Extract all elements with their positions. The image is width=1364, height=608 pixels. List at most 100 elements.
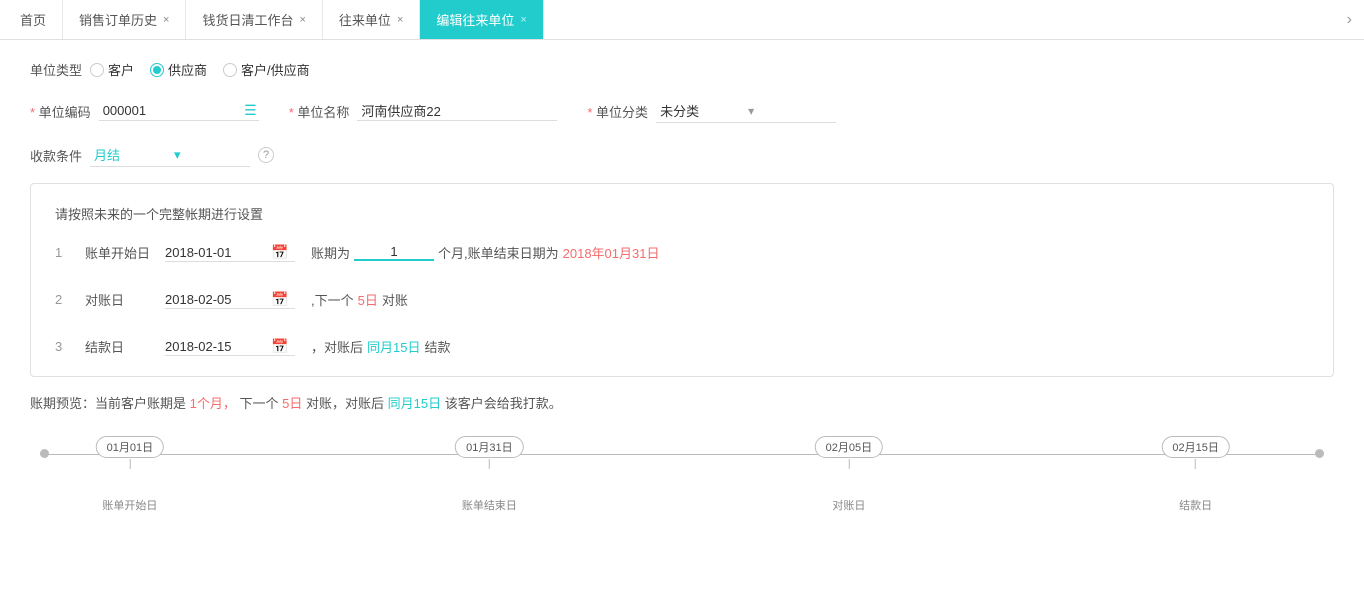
settings-row-2: 2 对账日 📅 ,下一个 5日 对账 [55, 290, 1309, 309]
settings-row-3: 3 结款日 📅 ，对账后 同月15日 结款 [55, 337, 1309, 356]
row3-prefix: ，对账后 [311, 337, 363, 356]
row2-date-input[interactable] [165, 292, 265, 307]
row2-date-field: 📅 [165, 291, 295, 309]
timeline-node-2: 01月31日 账单结束日 [455, 436, 523, 513]
timeline-start-dot [40, 449, 49, 458]
tab-cash-work-close[interactable]: × [299, 14, 305, 26]
unit-name-group: 单位名称 [289, 101, 558, 121]
tabs-bar: 首页 销售订单历史 × 钱货日清工作台 × 往来单位 × 编辑往来单位 × › [0, 0, 1364, 40]
row1-suffix: 账期为 个月,账单结束日期为 2018年01月31日 [311, 243, 659, 262]
preview-mid: 下一个 [240, 396, 279, 411]
payment-terms-arrow: ▾ [170, 145, 250, 165]
tl-node3-dot [848, 459, 849, 469]
unit-type-group: 单位类型 客户 供应商 客户/供应商 [30, 60, 310, 79]
row1-cal-icon[interactable]: 📅 [269, 244, 290, 261]
row3-date-field: 📅 [165, 338, 295, 356]
tab-edit-partner[interactable]: 编辑往来单位 × [420, 0, 543, 39]
radio-supplier[interactable]: 供应商 [150, 60, 207, 79]
tl-node1-dot [129, 459, 130, 469]
row1-date-input[interactable] [165, 245, 265, 260]
tl-node4-label: 结款日 [1179, 497, 1212, 513]
preview-highlight1: 1个月， [190, 396, 236, 411]
tab-home-label: 首页 [20, 10, 46, 29]
row1-mid-label: 账期为 [311, 243, 350, 262]
timeline-node-4: 02月15日 结款日 [1161, 436, 1229, 513]
preview-section: 账期预览：当前客户账期是 1个月， 下一个 5日 对账，对账后 同月15日 该客… [30, 393, 1334, 412]
tab-partner-unit[interactable]: 往来单位 × [323, 0, 420, 39]
row3-cal-icon[interactable]: 📅 [269, 338, 290, 355]
tab-edit-partner-label: 编辑往来单位 [436, 10, 514, 29]
tl-node3-bubble: 02月05日 [815, 436, 883, 458]
tl-node4-dot [1195, 459, 1196, 469]
tab-home[interactable]: 首页 [0, 0, 63, 39]
preview-highlight3: 同月15日 [388, 396, 441, 411]
timeline-end-dot [1315, 449, 1324, 458]
unit-name-input[interactable] [357, 101, 557, 121]
row2-suffix-text: 对账 [382, 290, 408, 309]
tab-sales-history-close[interactable]: × [163, 14, 169, 26]
unit-type-row: 单位类型 客户 供应商 客户/供应商 [30, 60, 1334, 79]
unit-classify-select[interactable]: 未分类 ▾ [656, 99, 836, 123]
tab-sales-history-label: 销售订单历史 [79, 10, 157, 29]
help-icon[interactable]: ? [258, 147, 274, 163]
row1-period-input[interactable] [354, 244, 434, 261]
row2-suffix: ,下一个 5日 对账 [311, 290, 408, 309]
card-title: 请按照未来的一个完整帐期进行设置 [55, 204, 1309, 223]
timeline-node-3: 02月05日 对账日 [815, 436, 883, 513]
unit-code-icon[interactable]: ☰ [242, 102, 259, 119]
row1-date-field: 📅 [165, 244, 295, 262]
unit-name-label: 单位名称 [289, 102, 350, 121]
tab-edit-partner-close[interactable]: × [520, 14, 526, 26]
row3-suffix-text: 结款 [424, 337, 450, 356]
row2-highlight: 5日 [358, 290, 378, 309]
payment-terms-select[interactable]: 月结 ▾ [90, 143, 250, 167]
row2-prefix: ,下一个 [311, 290, 354, 309]
unit-type-label: 单位类型 [30, 60, 82, 79]
payment-terms-label: 收款条件 [30, 146, 82, 165]
row2-cal-icon[interactable]: 📅 [269, 291, 290, 308]
radio-both[interactable]: 客户/供应商 [223, 60, 310, 79]
page-content: 单位类型 客户 供应商 客户/供应商 单位编码 [0, 40, 1364, 608]
radio-customer-circle [90, 63, 104, 77]
row1-suffix-text: 个月,账单结束日期为 [438, 243, 559, 262]
timeline-container: 01月01日 账单开始日 01月31日 账单结束日 02月05日 对账日 02月… [40, 436, 1324, 506]
unit-classify-group: 单位分类 未分类 ▾ [587, 99, 836, 123]
row3-date-input[interactable] [165, 339, 265, 354]
tl-node1-bubble: 01月01日 [96, 436, 164, 458]
timeline-node-1: 01月01日 账单开始日 [96, 436, 164, 513]
radio-customer[interactable]: 客户 [90, 60, 134, 79]
tl-node1-label: 账单开始日 [102, 497, 157, 513]
row1-label: 账单开始日 [85, 243, 165, 262]
tab-partner-unit-close[interactable]: × [397, 14, 403, 26]
tl-node3-label: 对账日 [832, 497, 865, 513]
radio-group: 客户 供应商 客户/供应商 [90, 60, 310, 79]
settings-row-1: 1 账单开始日 📅 账期为 个月,账单结束日期为 2018年01月31日 [55, 243, 1309, 262]
row2-num: 2 [55, 292, 85, 307]
unit-info-row: 单位编码 ☰ 单位名称 单位分类 未分类 ▾ [30, 99, 1334, 123]
unit-code-input[interactable] [99, 101, 242, 120]
tab-cash-work[interactable]: 钱货日清工作台 × [186, 0, 322, 39]
row2-label: 对账日 [85, 290, 165, 309]
preview-suffix: 该客户会给我打款。 [445, 396, 562, 411]
tab-sales-history[interactable]: 销售订单历史 × [63, 0, 186, 39]
radio-customer-label: 客户 [108, 60, 134, 79]
row3-label: 结款日 [85, 337, 165, 356]
row3-num: 3 [55, 339, 85, 354]
row3-suffix: ，对账后 同月15日 结款 [311, 337, 451, 356]
tab-scroll-arrow[interactable]: › [1335, 11, 1364, 29]
row1-end-date: 2018年01月31日 [563, 243, 660, 262]
preview-mid2: 对账，对账后 [306, 396, 384, 411]
tab-partner-unit-label: 往来单位 [339, 10, 391, 29]
unit-classify-arrow: ▾ [748, 104, 832, 118]
tl-node2-dot [489, 459, 490, 469]
preview-highlight2: 5日 [282, 396, 302, 411]
tl-node2-label: 账单结束日 [462, 497, 517, 513]
unit-code-label: 单位编码 [30, 102, 91, 121]
settings-card: 请按照未来的一个完整帐期进行设置 1 账单开始日 📅 账期为 个月,账单结束日期… [30, 183, 1334, 377]
tab-cash-work-label: 钱货日清工作台 [202, 10, 293, 29]
payment-terms-row: 收款条件 月结 ▾ ? [30, 143, 1334, 167]
row1-num: 1 [55, 245, 85, 260]
unit-classify-value: 未分类 [660, 101, 744, 120]
unit-classify-label: 单位分类 [587, 102, 648, 121]
radio-supplier-label: 供应商 [168, 60, 207, 79]
